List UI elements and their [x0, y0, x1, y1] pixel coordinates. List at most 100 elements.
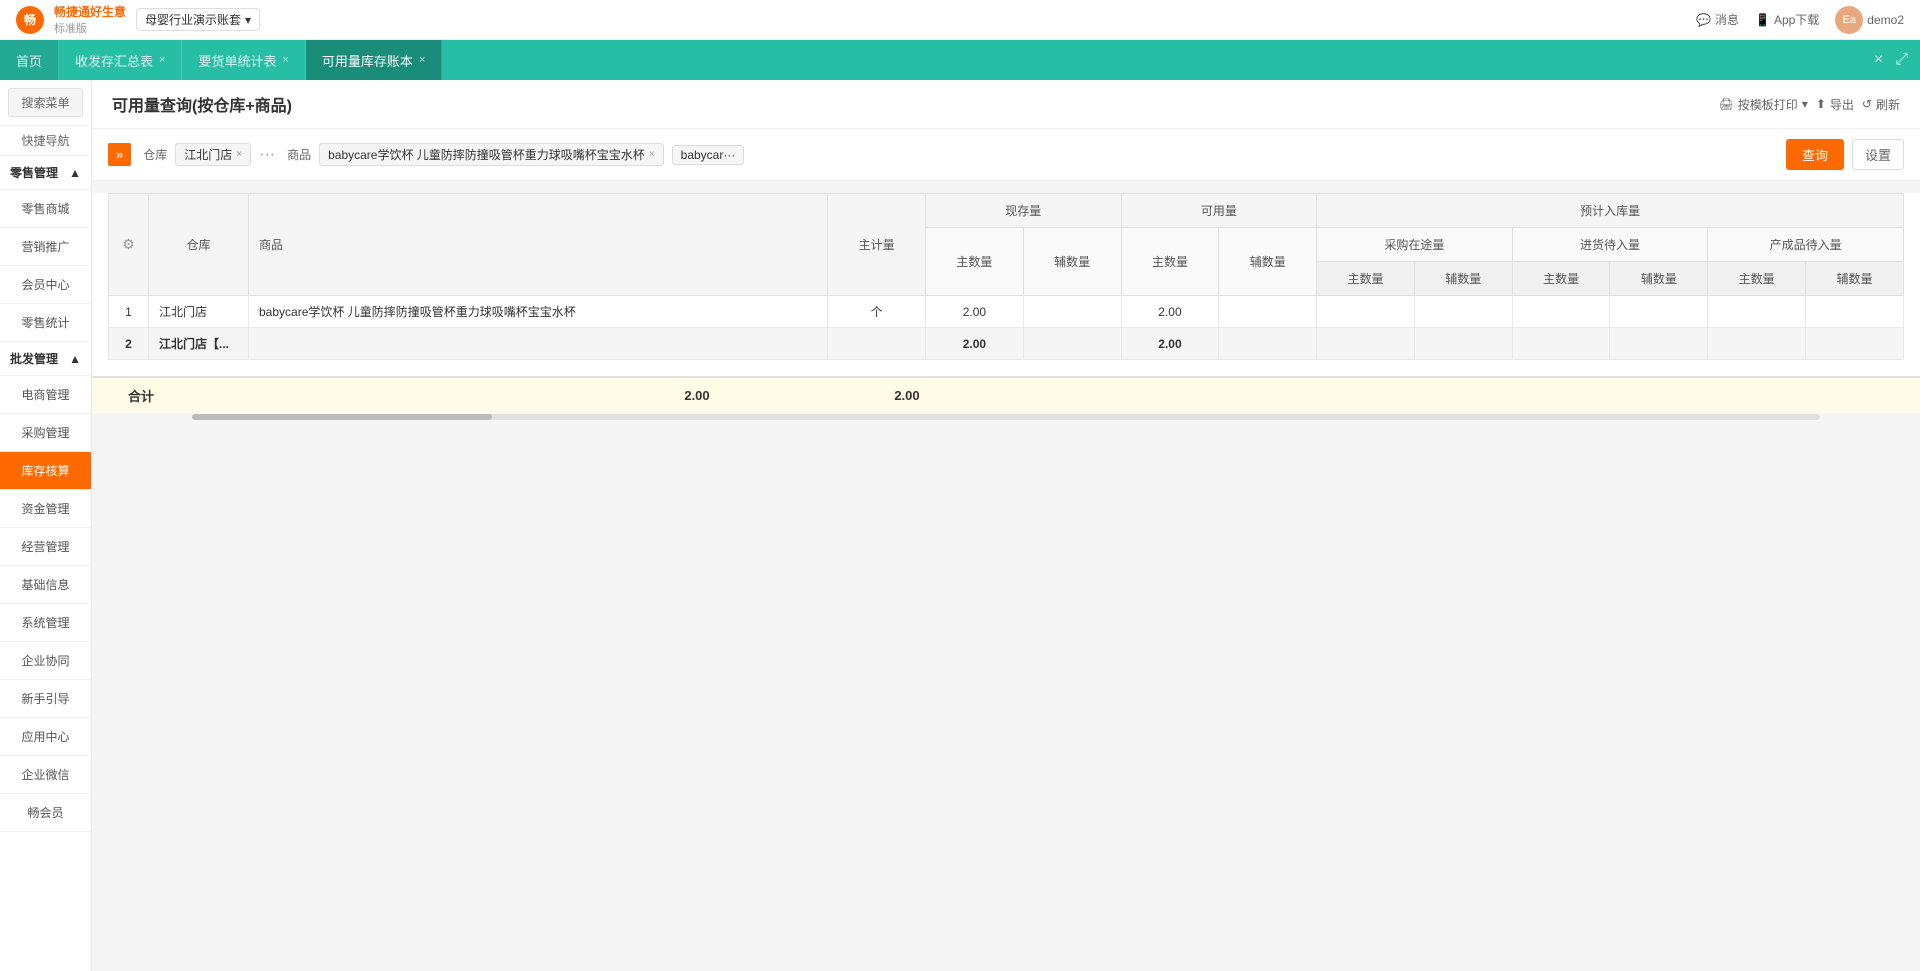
chevron-print: ▾ — [1802, 97, 1808, 111]
row2-warehouse: 江北门店【... — [149, 328, 249, 360]
inventory-table: ⚙ 仓库 商品 主计量 现存量 可用量 预计入库量 主数量 辅数量 主数量 — [108, 193, 1904, 360]
warehouse-label: 仓库 — [143, 146, 167, 163]
scrollbar-track[interactable] — [192, 414, 1820, 420]
filter-expand-button[interactable]: » — [108, 143, 131, 166]
sidebar-search-area: 搜索菜单 — [0, 80, 91, 126]
tab-order[interactable]: 要货单统计表 × — [182, 40, 305, 80]
sidebar-quick-nav[interactable]: 快捷导航 — [0, 126, 91, 156]
refresh-button[interactable]: ↺ 刷新 — [1862, 96, 1900, 113]
sidebar-item-retail-mall[interactable]: 零售商城 — [0, 190, 91, 228]
product-tag-1: babycare学饮杯 儿童防摔防撞吸管杯重力球吸嘴杯宝宝水杯 × — [319, 143, 664, 166]
settings-button[interactable]: 设置 — [1852, 139, 1904, 170]
tab-receivable[interactable]: 收发存汇总表 × — [59, 40, 182, 80]
row1-current-main: 2.00 — [926, 296, 1024, 328]
expand-icon[interactable]: ⤢ — [1895, 51, 1908, 69]
row1-avail-aux — [1219, 296, 1317, 328]
tab-home[interactable]: 首页 — [0, 40, 59, 80]
sidebar-item-marketing[interactable]: 营销推广 — [0, 228, 91, 266]
tab-inventory[interactable]: 可用量库存账本 × — [306, 40, 442, 80]
col-incoming-main: 主数量 — [1512, 262, 1610, 296]
row1-production-main — [1708, 296, 1806, 328]
row1-product: babycare学饮杯 儿童防摔防撞吸管杯重力球吸嘴杯宝宝水杯 — [249, 296, 828, 328]
col-unit-header: 主计量 — [828, 194, 926, 296]
close-tab-inventory[interactable]: × — [419, 54, 425, 66]
row2-seq: 2 — [109, 328, 149, 360]
col-purchase-aux: 辅数量 — [1414, 262, 1512, 296]
sidebar-item-app-center[interactable]: 应用中心 — [0, 718, 91, 756]
sidebar-item-enterprise-weixin[interactable]: 企业微信 — [0, 756, 91, 794]
industry-selector[interactable]: 母婴行业演示账套 ▾ — [136, 8, 260, 31]
avatar: Ea — [1835, 6, 1863, 34]
col-production-aux: 辅数量 — [1806, 262, 1904, 296]
row2-current-aux — [1023, 328, 1121, 360]
sidebar-search-button[interactable]: 搜索菜单 — [8, 88, 83, 117]
print-button[interactable]: 🖨 按模板打印 ▾ — [1719, 96, 1808, 113]
sidebar-item-finance[interactable]: 资金管理 — [0, 490, 91, 528]
warehouse-more[interactable]: ··· — [259, 146, 275, 164]
sidebar-item-operations[interactable]: 经营管理 — [0, 528, 91, 566]
col-avail-main: 主数量 — [1121, 228, 1219, 296]
sidebar-item-vip[interactable]: 畅会员 — [0, 794, 91, 832]
row1-seq: 1 — [109, 296, 149, 328]
sidebar-item-purchase[interactable]: 采购管理 — [0, 414, 91, 452]
row2-purchase-main — [1317, 328, 1415, 360]
col-incoming-aux: 辅数量 — [1610, 262, 1708, 296]
export-icon: ⬆ — [1816, 97, 1826, 111]
message-icon: 💬 — [1696, 13, 1711, 27]
nav-tab-end: × ⤢ — [1862, 40, 1920, 80]
remove-product-tag-1[interactable]: × — [649, 149, 655, 160]
sidebar-item-inventory-check[interactable]: 库存核算 — [0, 452, 91, 490]
sidebar-item-guide[interactable]: 新手引导 — [0, 680, 91, 718]
export-button[interactable]: ⬆ 导出 — [1816, 96, 1854, 113]
product-label: 商品 — [287, 146, 311, 163]
user-menu[interactable]: Ea demo2 — [1835, 6, 1904, 34]
footer-current-main: 2.00 — [632, 388, 762, 403]
page-container: 可用量查询(按仓库+商品) 🖨 按模板打印 ▾ ⬆ 导出 ↺ 刷新 — [92, 80, 1920, 421]
page-actions: 🖨 按模板打印 ▾ ⬆ 导出 ↺ 刷新 — [1719, 96, 1900, 113]
chevron-down-icon: ▾ — [245, 13, 251, 27]
col-warehouse-header: 仓库 — [149, 194, 249, 296]
col-purchase-main: 主数量 — [1317, 262, 1415, 296]
table-row: 1 江北门店 babycare学饮杯 儿童防摔防撞吸管杯重力球吸嘴杯宝宝水杯 个… — [109, 296, 1904, 328]
filter-actions: 查询 设置 — [1786, 139, 1904, 170]
remove-warehouse-tag[interactable]: × — [236, 149, 242, 160]
sidebar-item-retail-mgmt[interactable]: 零售管理 ▲ — [0, 156, 91, 190]
content-area: 可用量查询(按仓库+商品) 🖨 按模板打印 ▾ ⬆ 导出 ↺ 刷新 — [92, 80, 1920, 971]
col-planned-in-header: 预计入库量 — [1317, 194, 1904, 228]
chevron-icon-wholesale: ▲ — [69, 352, 81, 366]
footer-label: 合计 — [92, 386, 632, 405]
close-tab-receivable[interactable]: × — [159, 54, 165, 66]
scrollbar-area — [92, 413, 1920, 421]
footer-avail-main: 2.00 — [842, 388, 972, 403]
sidebar-item-member[interactable]: 会员中心 — [0, 266, 91, 304]
sidebar-item-system[interactable]: 系统管理 — [0, 604, 91, 642]
row2-purchase-aux — [1414, 328, 1512, 360]
main-layout: 搜索菜单 快捷导航 零售管理 ▲ 零售商城 营销推广 会员中心 零售统计 批发管… — [0, 80, 1920, 971]
row2-current-main: 2.00 — [926, 328, 1024, 360]
nav-tabs: 首页 收发存汇总表 × 要货单统计表 × 可用量库存账本 × × ⤢ — [0, 40, 1920, 80]
page-header: 可用量查询(按仓库+商品) 🖨 按模板打印 ▾ ⬆ 导出 ↺ 刷新 — [92, 80, 1920, 129]
sidebar: 搜索菜单 快捷导航 零售管理 ▲ 零售商城 营销推广 会员中心 零售统计 批发管… — [0, 80, 92, 971]
sidebar-item-wholesale-mgmt[interactable]: 批发管理 ▲ — [0, 342, 91, 376]
col-production-main: 主数量 — [1708, 262, 1806, 296]
sidebar-item-retail-stats[interactable]: 零售统计 — [0, 304, 91, 342]
sidebar-item-ecommerce[interactable]: 电商管理 — [0, 376, 91, 414]
row1-production-aux — [1806, 296, 1904, 328]
app-download-button[interactable]: 📱 App下载 — [1755, 11, 1819, 28]
table-footer: 合计 2.00 2.00 — [92, 376, 1920, 413]
sidebar-item-enterprise[interactable]: 企业协同 — [0, 642, 91, 680]
col-gear[interactable]: ⚙ — [109, 194, 149, 296]
message-button[interactable]: 💬 消息 — [1696, 11, 1739, 28]
row1-unit: 个 — [828, 296, 926, 328]
sidebar-item-basic[interactable]: 基础信息 — [0, 566, 91, 604]
close-all-tabs[interactable]: × — [1874, 51, 1883, 69]
query-button[interactable]: 查询 — [1786, 139, 1844, 170]
row2-product — [249, 328, 828, 360]
scrollbar-thumb[interactable] — [192, 414, 492, 420]
row1-purchase-main — [1317, 296, 1415, 328]
row2-production-main — [1708, 328, 1806, 360]
col-product-header: 商品 — [249, 194, 828, 296]
close-tab-order[interactable]: × — [282, 54, 288, 66]
row1-incoming-main — [1512, 296, 1610, 328]
table-row: 2 江北门店【... 2.00 2.00 — [109, 328, 1904, 360]
